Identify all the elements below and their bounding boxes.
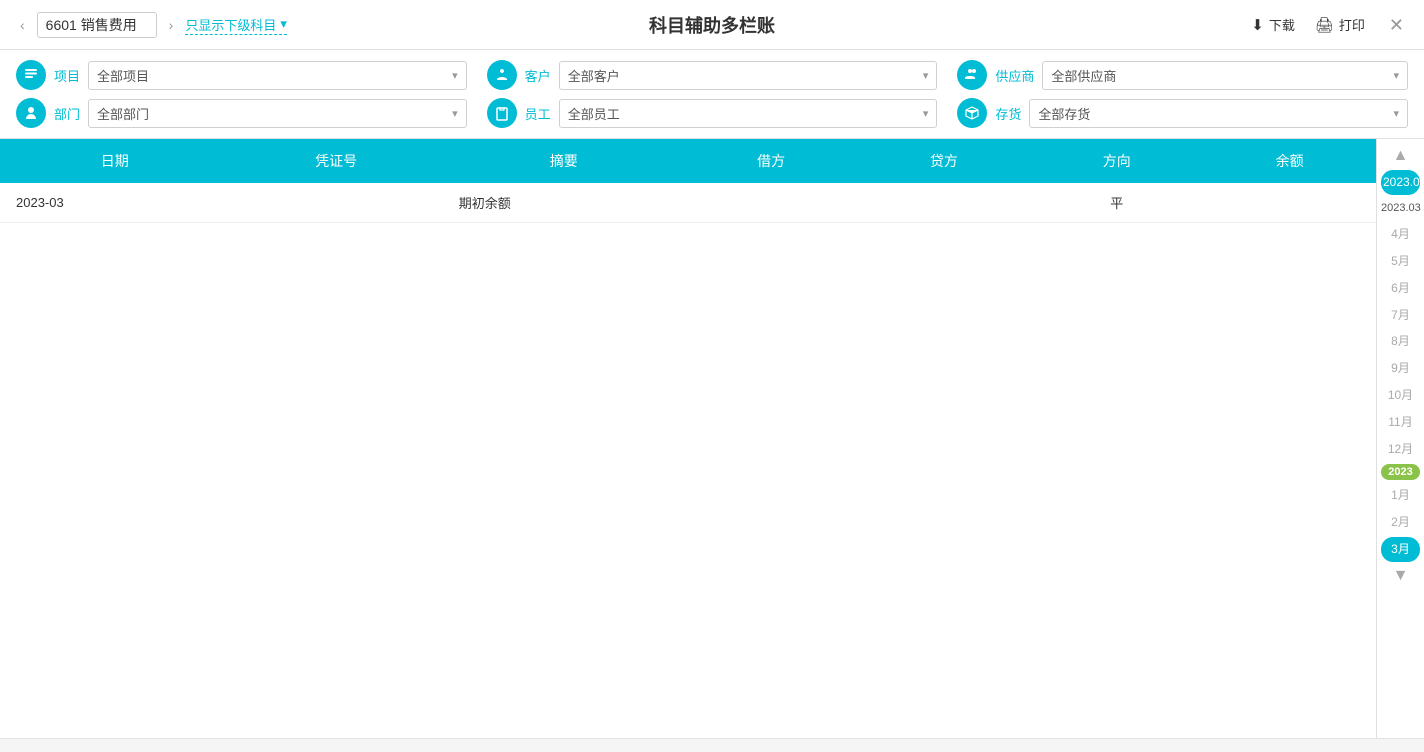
account-code-display: 6601 销售费用 [37, 12, 157, 38]
cell-direction: 平 [1030, 183, 1203, 223]
timeline-month-4[interactable]: 4月 [1377, 221, 1424, 248]
department-icon [16, 98, 46, 128]
filter-item-employee: 员工 全部员工 ▾ [487, 98, 938, 128]
filter-item-project: 项目 全部项目 ▾ [16, 60, 467, 90]
supplier-select[interactable]: 全部供应商 ▾ [1042, 61, 1408, 90]
filter-item-department: 部门 全部部门 ▾ [16, 98, 467, 128]
col-summary: 摘要 [443, 139, 685, 183]
col-voucher: 凭证号 [230, 139, 443, 183]
filter-area: 项目 全部项目 ▾ 客户 全部客户 ▾ [0, 50, 1424, 139]
timeline-month-7[interactable]: 7月 [1377, 302, 1424, 329]
project-select-value: 全部项目 [97, 66, 149, 85]
col-date: 日期 [0, 139, 230, 183]
table-row: 2023-03 期初余额 平 [0, 183, 1376, 223]
main-area: 日期 凭证号 摘要 借方 贷方 方向 余额 2023-03 期初余额 平 [0, 139, 1424, 738]
customer-select[interactable]: 全部客户 ▾ [559, 61, 938, 90]
timeline-month-mar-active[interactable]: 3月 [1381, 537, 1420, 562]
employee-select-value: 全部员工 [568, 104, 620, 123]
filter-row-1: 项目 全部项目 ▾ 客户 全部客户 ▾ [16, 60, 1408, 90]
prev-account-button[interactable]: ‹ [16, 15, 29, 35]
inventory-select-arrow-icon: ▾ [1393, 107, 1399, 120]
show-sub-filter-toggle[interactable]: 只显示下级科目 ▾ [185, 15, 287, 35]
timeline-month-11[interactable]: 11月 [1377, 409, 1424, 436]
inventory-select[interactable]: 全部存货 ▾ [1029, 99, 1408, 128]
inventory-select-value: 全部存货 [1038, 104, 1090, 123]
timeline-month-12[interactable]: 12月 [1377, 436, 1424, 463]
department-label: 部门 [54, 104, 80, 123]
timeline-month-feb[interactable]: 2月 [1377, 509, 1424, 536]
title-bar: ‹ 6601 销售费用 › 只显示下级科目 ▾ 科目辅助多栏账 ⬇ 下载 🖨 打… [0, 0, 1424, 50]
print-label: 打印 [1339, 15, 1365, 34]
timeline-month-10[interactable]: 10月 [1377, 382, 1424, 409]
timeline-month-5[interactable]: 5月 [1377, 248, 1424, 275]
table-container[interactable]: 日期 凭证号 摘要 借方 贷方 方向 余额 2023-03 期初余额 平 [0, 139, 1376, 738]
title-left: ‹ 6601 销售费用 › 只显示下级科目 ▾ [16, 12, 287, 38]
main-window: ‹ 6601 销售费用 › 只显示下级科目 ▾ 科目辅助多栏账 ⬇ 下载 🖨 打… [0, 0, 1424, 752]
supplier-select-value: 全部供应商 [1051, 66, 1116, 85]
cell-voucher [230, 183, 443, 223]
download-button[interactable]: ⬇ 下载 [1251, 15, 1295, 34]
col-credit: 贷方 [858, 139, 1031, 183]
timeline-selected-period-1[interactable]: 2023.03 [1381, 170, 1420, 195]
timeline-month-6[interactable]: 6月 [1377, 275, 1424, 302]
project-select[interactable]: 全部项目 ▾ [88, 61, 467, 90]
cell-credit [858, 183, 1031, 223]
cell-debit [685, 183, 858, 223]
print-button[interactable]: 🖨 打印 [1315, 15, 1365, 34]
timeline-down-button[interactable]: ▼ [1377, 563, 1424, 589]
project-label: 项目 [54, 66, 80, 85]
cell-balance [1203, 183, 1376, 223]
cell-date: 2023-03 [0, 183, 230, 223]
show-sub-filter-label: 只显示下级科目 [185, 15, 276, 34]
employee-label: 员工 [525, 104, 551, 123]
customer-icon [487, 60, 517, 90]
next-account-button[interactable]: › [165, 15, 178, 35]
timeline-period-2[interactable]: 2023.03 [1377, 196, 1424, 221]
timeline-month-8[interactable]: 8月 [1377, 328, 1424, 355]
filter-row-2: 部门 全部部门 ▾ 员工 全部员工 ▾ [16, 98, 1408, 128]
inventory-label: 存货 [995, 104, 1021, 123]
title-actions: ⬇ 下载 🖨 打印 ✕ [1251, 12, 1408, 38]
customer-select-value: 全部客户 [568, 66, 620, 85]
project-select-arrow-icon: ▾ [452, 69, 458, 82]
download-label: 下载 [1269, 15, 1295, 34]
download-icon: ⬇ [1251, 16, 1264, 34]
ledger-table: 日期 凭证号 摘要 借方 贷方 方向 余额 2023-03 期初余额 平 [0, 139, 1376, 223]
timeline-month-jan[interactable]: 1月 [1377, 482, 1424, 509]
project-icon [16, 60, 46, 90]
filter-item-inventory: 存货 全部存货 ▾ [957, 98, 1408, 128]
page-title: 科目辅助多栏账 [649, 12, 775, 38]
customer-label: 客户 [525, 66, 551, 85]
col-direction: 方向 [1030, 139, 1203, 183]
supplier-label: 供应商 [995, 66, 1034, 85]
employee-select[interactable]: 全部员工 ▾ [559, 99, 938, 128]
supplier-select-arrow-icon: ▾ [1393, 69, 1399, 82]
department-select-value: 全部部门 [97, 104, 149, 123]
table-header-row: 日期 凭证号 摘要 借方 贷方 方向 余额 [0, 139, 1376, 183]
timeline-sidebar: ▲ 2023.03 2023.03 4月 5月 6月 7月 8月 9月 10月 … [1376, 139, 1424, 738]
timeline-up-button[interactable]: ▲ [1377, 143, 1424, 169]
col-debit: 借方 [685, 139, 858, 183]
filter-item-supplier: 供应商 全部供应商 ▾ [957, 60, 1408, 90]
employee-select-arrow-icon: ▾ [923, 107, 929, 120]
timeline-month-9[interactable]: 9月 [1377, 355, 1424, 382]
filter-item-customer: 客户 全部客户 ▾ [487, 60, 938, 90]
bottom-scrollbar[interactable] [0, 738, 1424, 752]
employee-icon [487, 98, 517, 128]
inventory-icon [957, 98, 987, 128]
print-icon: 🖨 [1315, 16, 1334, 34]
timeline-year-2023-badge: 2023 [1381, 464, 1420, 480]
col-balance: 余额 [1203, 139, 1376, 183]
department-select[interactable]: 全部部门 ▾ [88, 99, 467, 128]
customer-select-arrow-icon: ▾ [923, 69, 929, 82]
supplier-icon [957, 60, 987, 90]
department-select-arrow-icon: ▾ [452, 107, 458, 120]
show-sub-filter-arrow-icon: ▾ [280, 16, 287, 32]
cell-summary: 期初余额 [443, 183, 685, 223]
close-button[interactable]: ✕ [1385, 12, 1408, 38]
